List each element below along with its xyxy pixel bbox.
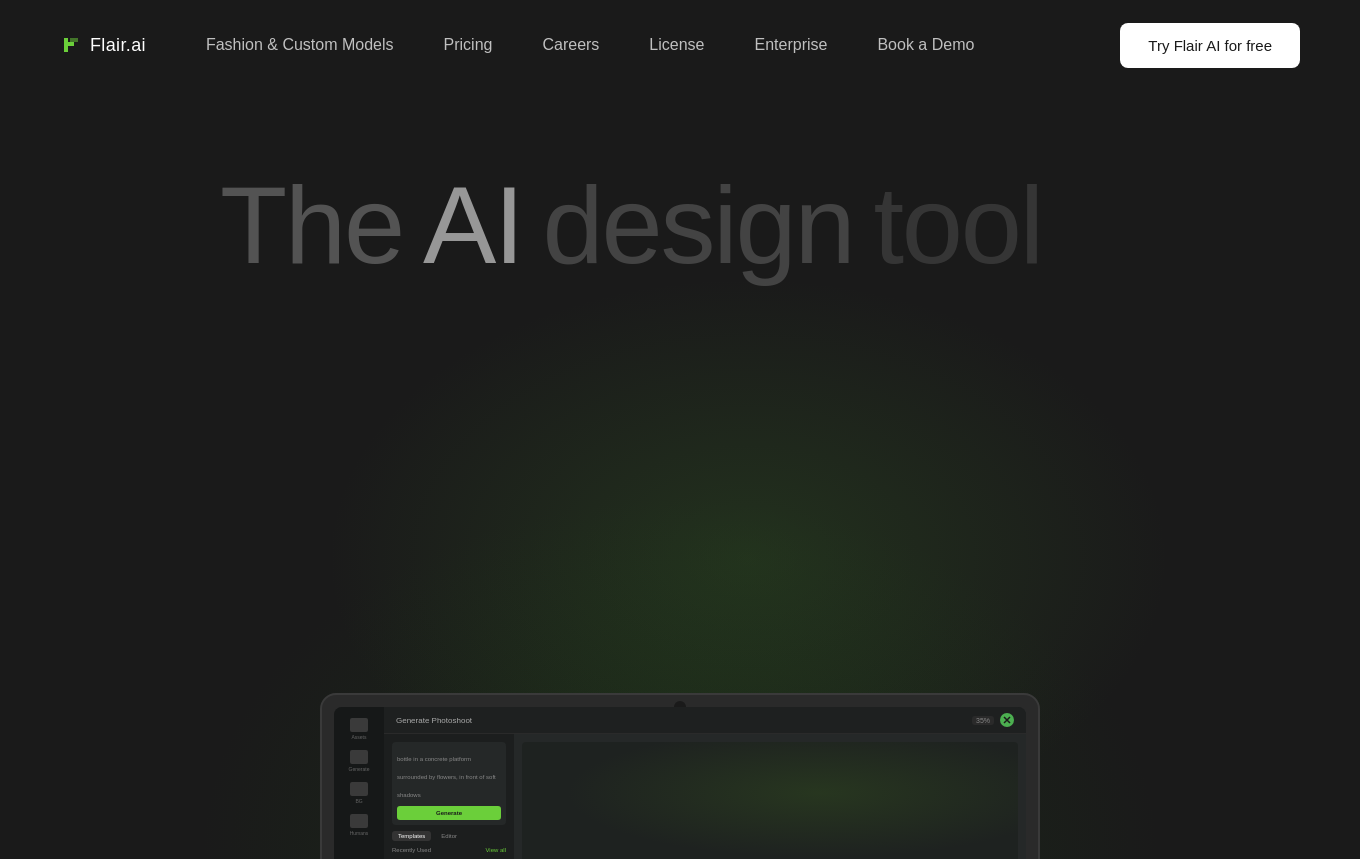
humans-icon [350, 814, 368, 828]
hero-word-tool: tool [873, 170, 1042, 280]
hero-section: The AI design tool [0, 90, 1360, 280]
try-flair-button[interactable]: Try Flair AI for free [1120, 23, 1300, 68]
app-sidebar: Assets Generate BG Humans [334, 707, 384, 859]
sidebar-item-humans[interactable]: Humans [341, 811, 377, 839]
sidebar-item-generate[interactable]: Generate [341, 747, 377, 775]
x-icon [1003, 716, 1011, 724]
app-zoom: 35% [972, 716, 994, 725]
nav-item-careers[interactable]: Careers [542, 36, 599, 54]
nav-item-fashion[interactable]: Fashion & Custom Models [206, 36, 394, 54]
recently-used-label: Recently Used [392, 847, 431, 853]
tab-templates[interactable]: Templates [392, 831, 431, 841]
assets-icon [350, 718, 368, 732]
sidebar-item-assets[interactable]: Assets [341, 715, 377, 743]
app-left-panel: bottle in a concrete platform surrounded… [384, 734, 514, 859]
app-canvas-area: bottle in a concrete platform surrounded… [384, 734, 1026, 859]
bg-icon [350, 782, 368, 796]
hero-word-ai: AI [423, 170, 523, 280]
hero-word-design: design [542, 170, 853, 280]
view-all-link[interactable]: View all [485, 847, 506, 853]
app-close-button[interactable] [1000, 713, 1014, 727]
app-main: Generate Photoshoot 35% bottle in a conc… [384, 707, 1026, 859]
nav-links: Fashion & Custom Models Pricing Careers … [206, 36, 1120, 54]
prompt-box: bottle in a concrete platform surrounded… [392, 742, 506, 825]
nav-item-enterprise[interactable]: Enterprise [755, 36, 828, 54]
app-title: Generate Photoshoot [396, 716, 472, 725]
prompt-text: bottle in a concrete platform surrounded… [397, 756, 496, 798]
laptop-mockup: Assets Generate BG Humans [320, 693, 1040, 859]
laptop-outer-frame: Assets Generate BG Humans [320, 693, 1040, 859]
nav-item-license[interactable]: License [649, 36, 704, 54]
panel-tabs: Templates Editor [392, 831, 506, 841]
canvas-background [522, 742, 1018, 859]
canvas-content [522, 742, 1018, 859]
nav-item-pricing[interactable]: Pricing [444, 36, 493, 54]
laptop-screen: Assets Generate BG Humans [334, 707, 1026, 859]
sidebar-label-generate: Generate [349, 766, 370, 772]
sidebar-label-bg: BG [355, 798, 362, 804]
logo-text: Flair.ai [90, 35, 146, 56]
sidebar-label-assets: Assets [351, 734, 366, 740]
tab-editor[interactable]: Editor [435, 831, 463, 841]
hero-headline: The AI design tool [220, 170, 1360, 280]
navbar: Flair.ai Fashion & Custom Models Pricing… [0, 0, 1360, 90]
recently-used-section: Recently Used View all [392, 847, 506, 853]
hero-word-the: The [220, 170, 403, 280]
nav-item-book-demo[interactable]: Book a Demo [877, 36, 974, 54]
generate-button[interactable]: Generate [397, 806, 501, 820]
logo[interactable]: Flair.ai [60, 34, 146, 56]
sidebar-label-humans: Humans [350, 830, 369, 836]
sidebar-item-bg[interactable]: BG [341, 779, 377, 807]
generate-icon [350, 750, 368, 764]
app-topbar: Generate Photoshoot 35% [384, 707, 1026, 734]
flair-logo-icon [60, 34, 82, 56]
